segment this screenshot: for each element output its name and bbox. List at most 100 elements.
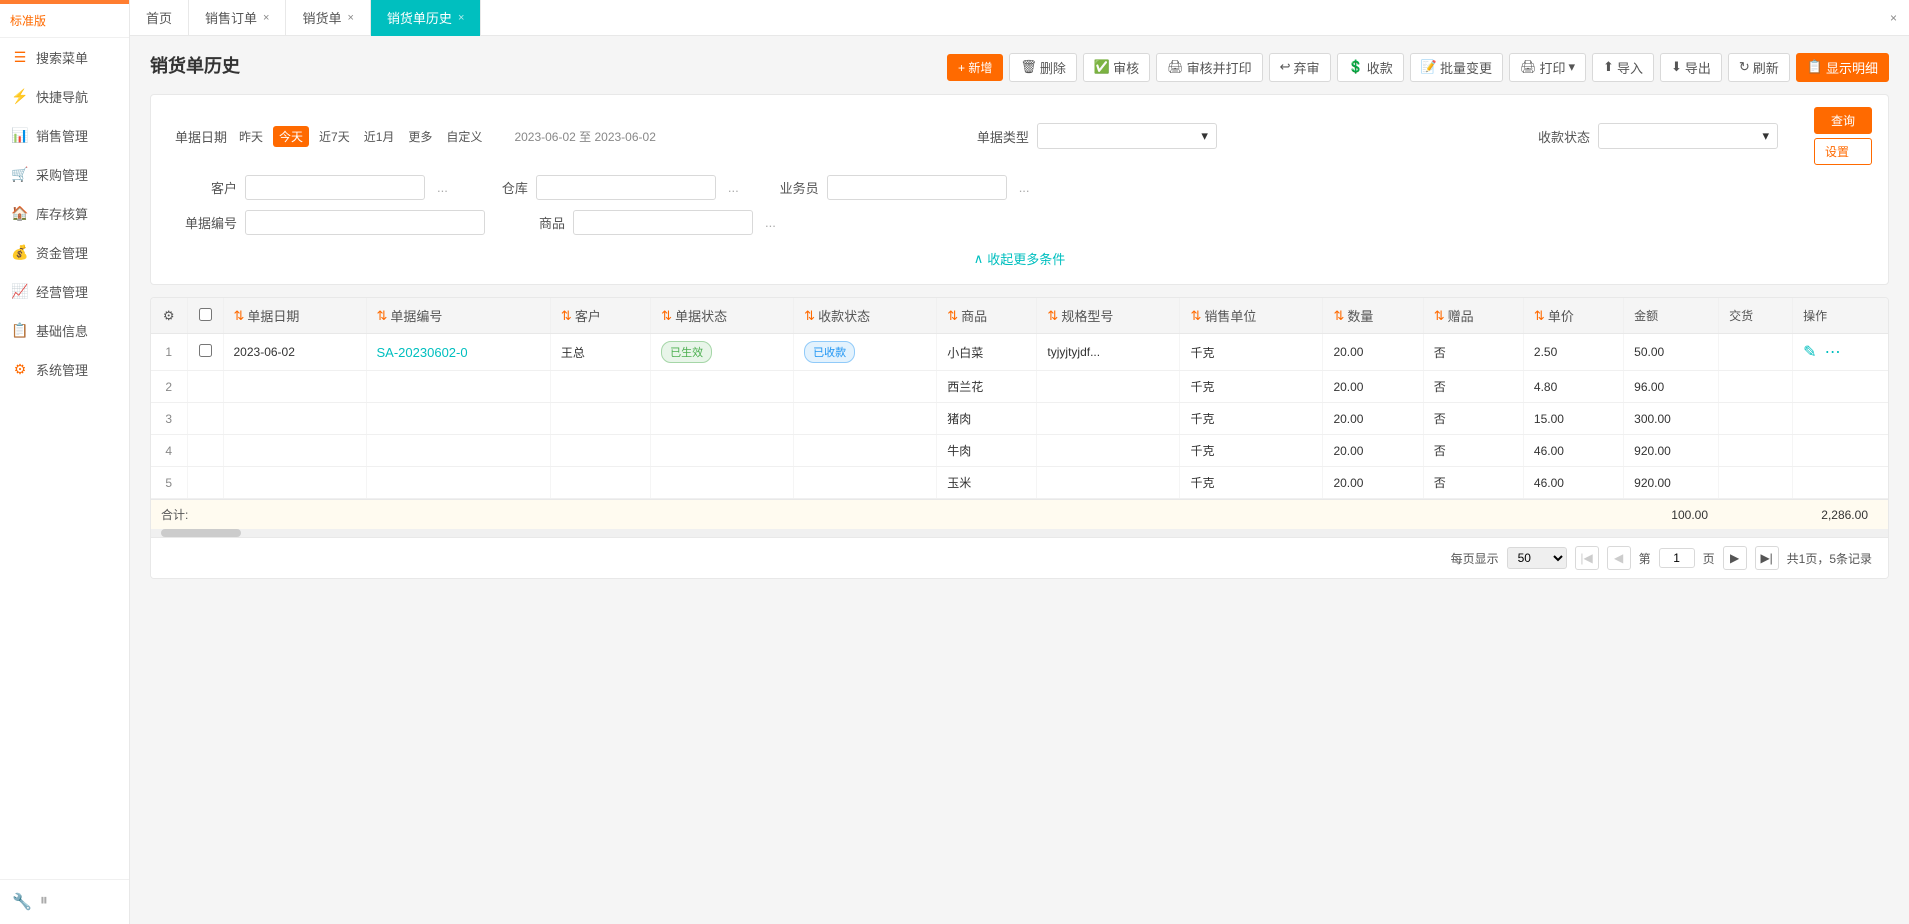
warehouse-dots[interactable]: ... xyxy=(728,180,739,195)
agent-input[interactable] xyxy=(827,175,1007,200)
sidebar-item-sys[interactable]: ⚙ 系统管理 xyxy=(0,350,129,389)
date-option-custom[interactable]: 自定义 xyxy=(442,126,486,147)
row-checkbox-4[interactable] xyxy=(187,435,223,467)
show-detail-button[interactable]: 📋 显示明细 xyxy=(1796,53,1889,82)
date-option-more[interactable]: 更多 xyxy=(404,126,436,147)
sidebar-item-basic-info[interactable]: 📋 基础信息 xyxy=(0,311,129,350)
sort-date[interactable]: ⇅ 单据日期 xyxy=(234,306,356,325)
date-option-1month[interactable]: 近1月 xyxy=(360,126,399,147)
audit-button[interactable]: ✅ 审核 xyxy=(1083,53,1150,82)
row-qty-3: 20.00 xyxy=(1323,403,1423,435)
row-1-more-btn[interactable]: ⋯ xyxy=(1825,342,1841,362)
tab-sales-history-close[interactable]: × xyxy=(458,12,464,24)
import-button[interactable]: ⬆ 导入 xyxy=(1592,53,1654,82)
delete-button[interactable]: 🗑 删除 xyxy=(1009,53,1077,82)
per-page-select[interactable]: 50 100 200 xyxy=(1507,547,1567,569)
filter-customer-field: 客户 ... xyxy=(167,175,448,200)
tab-sales-goods-close[interactable]: × xyxy=(347,12,353,24)
sidebar-item-search-menu[interactable]: ☰ 搜索菜单 xyxy=(0,38,129,77)
sort-unit[interactable]: ⇅ 销售单位 xyxy=(1190,306,1312,325)
row-1-edit-btn[interactable]: ✎ xyxy=(1803,342,1816,362)
type-filter-select[interactable]: ▾ xyxy=(1037,123,1217,149)
show-detail-label: 显示明细 xyxy=(1826,58,1878,77)
abandon-button[interactable]: ↩ 弃审 xyxy=(1269,53,1331,82)
audit-icon: ✅ xyxy=(1094,59,1110,75)
goods-input[interactable] xyxy=(573,210,753,235)
th-settings[interactable]: ⚙ xyxy=(151,298,187,334)
date-option-yesterday[interactable]: 昨天 xyxy=(235,126,267,147)
batch-change-button[interactable]: 📝 批量变更 xyxy=(1410,53,1503,82)
horizontal-scrollbar[interactable] xyxy=(151,529,1888,537)
th-checkbox[interactable] xyxy=(187,298,223,334)
table-settings-icon[interactable]: ⚙ xyxy=(163,308,175,323)
goods-dots[interactable]: ... xyxy=(765,215,776,230)
sort-customer[interactable]: ⇅ 客户 xyxy=(561,306,640,325)
print-button[interactable]: 🖨 打印 ▾ xyxy=(1509,53,1586,82)
new-button[interactable]: + 新增 xyxy=(947,54,1003,81)
close-all-tabs-button[interactable]: × xyxy=(1878,11,1909,25)
tab-home[interactable]: 首页 xyxy=(130,0,189,36)
sidebar-item-quick-nav[interactable]: ⚡ 快捷导航 xyxy=(0,77,129,116)
row-paystatus-3 xyxy=(794,403,937,435)
scroll-thumb[interactable] xyxy=(161,529,241,537)
audit-print-button[interactable]: 🖨 审核并打印 xyxy=(1156,53,1263,82)
tab-sales-history[interactable]: 销货单历史 × xyxy=(371,0,481,36)
refresh-button[interactable]: ↻ 刷新 xyxy=(1728,53,1790,82)
tab-sales-order-close[interactable]: × xyxy=(263,12,269,24)
prev-page-btn[interactable]: ◀ xyxy=(1607,546,1631,570)
collapse-filter-button[interactable]: ∧ 收起更多条件 xyxy=(167,245,1872,272)
sort-goods[interactable]: ⇅ 商品 xyxy=(947,306,1026,325)
th-goods-label: 商品 xyxy=(961,306,987,325)
select-all-checkbox[interactable] xyxy=(199,308,212,321)
row-goods-3: 猪肉 xyxy=(937,403,1037,435)
sidebar-item-finance[interactable]: 💰 资金管理 xyxy=(0,233,129,272)
row-checkbox-3[interactable] xyxy=(187,403,223,435)
tab-sales-order[interactable]: 销售订单 × xyxy=(189,0,286,36)
row-1-docnum-link[interactable]: SA-20230602-0 xyxy=(377,345,468,360)
sort-price[interactable]: ⇅ 单价 xyxy=(1534,306,1613,325)
warehouse-input[interactable] xyxy=(536,175,716,200)
row-date-5 xyxy=(223,467,366,499)
row-paystatus-5 xyxy=(794,467,937,499)
pay-status-select[interactable]: ▾ xyxy=(1598,123,1778,149)
sort-spec[interactable]: ⇅ 规格型号 xyxy=(1047,306,1169,325)
last-page-btn[interactable]: ▶| xyxy=(1755,546,1779,570)
docnum-input[interactable] xyxy=(245,210,485,235)
th-paystatus-label: 收款状态 xyxy=(818,306,870,325)
filter-settings-button[interactable]: 设置 xyxy=(1814,138,1872,165)
query-button[interactable]: 查询 xyxy=(1814,107,1872,134)
print-icon: 🖨 xyxy=(1520,59,1537,75)
sort-icon: ⇅ xyxy=(1534,308,1545,324)
collect-button[interactable]: 💲 收款 xyxy=(1337,53,1404,82)
sidebar-item-sales[interactable]: 📊 销售管理 xyxy=(0,116,129,155)
sidebar-item-inventory[interactable]: 🏠 库存核算 xyxy=(0,194,129,233)
sort-paystatus[interactable]: ⇅ 收款状态 xyxy=(804,306,926,325)
row-price-3: 15.00 xyxy=(1523,403,1623,435)
row-unit-5: 千克 xyxy=(1180,467,1323,499)
table-row: 1 2023-06-02 SA-20230602-0 王总 已生效 已收款 小白… xyxy=(151,334,1888,371)
sidebar-item-purchase[interactable]: 🛒 采购管理 xyxy=(0,155,129,194)
page-number-input[interactable] xyxy=(1659,548,1695,568)
sort-gift[interactable]: ⇅ 赠品 xyxy=(1434,306,1513,325)
settings-bottom-icon[interactable]: 🔧 xyxy=(12,892,32,912)
row-1-checkbox[interactable] xyxy=(199,344,212,357)
sort-qty[interactable]: ⇅ 数量 xyxy=(1333,306,1412,325)
tab-sales-goods[interactable]: 销货单 × xyxy=(286,0,370,36)
row-gift-3: 否 xyxy=(1423,403,1523,435)
sort-docnum[interactable]: ⇅ 单据编号 xyxy=(377,306,540,325)
pause-bottom-icon[interactable]: ⏸ xyxy=(40,892,48,912)
row-checkbox-2[interactable] xyxy=(187,371,223,403)
row-checkbox-1[interactable] xyxy=(187,334,223,371)
row-checkbox-5[interactable] xyxy=(187,467,223,499)
customer-dots[interactable]: ... xyxy=(437,180,448,195)
agent-dots[interactable]: ... xyxy=(1019,180,1030,195)
filter-row-1: 单据日期 昨天 今天 近7天 近1月 更多 自定义 2023-06-02 至 2… xyxy=(167,107,1872,165)
date-option-7days[interactable]: 近7天 xyxy=(315,126,354,147)
first-page-btn[interactable]: |◀ xyxy=(1575,546,1599,570)
sidebar-item-ops[interactable]: 📈 经营管理 xyxy=(0,272,129,311)
next-page-btn[interactable]: ▶ xyxy=(1723,546,1747,570)
date-option-today[interactable]: 今天 xyxy=(273,126,309,147)
export-button[interactable]: ⬇ 导出 xyxy=(1660,53,1722,82)
customer-input[interactable] xyxy=(245,175,425,200)
sort-docstatus[interactable]: ⇅ 单据状态 xyxy=(661,306,783,325)
